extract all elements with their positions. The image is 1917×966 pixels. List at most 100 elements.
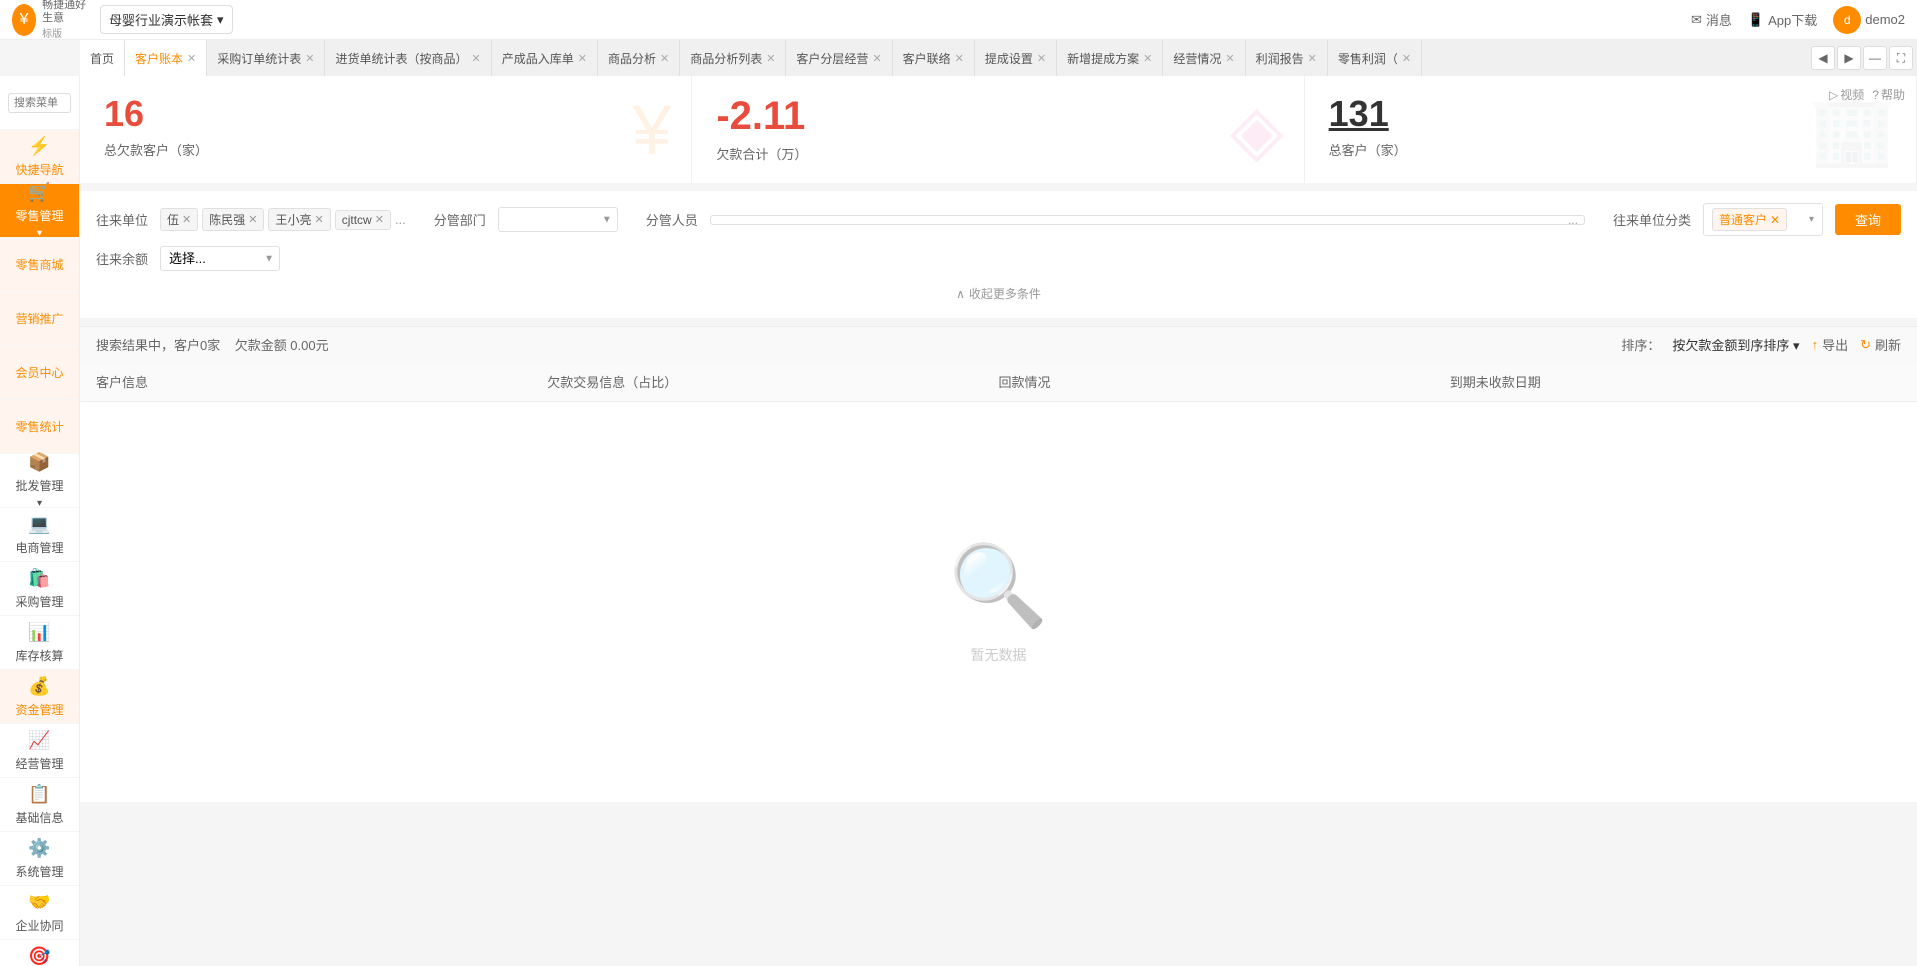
result-info: 搜索结果中，客户0家 欠款金额 0.00元 — [96, 335, 329, 354]
unit-tag-wu-text: 伍 — [167, 211, 179, 228]
sidebar-item-enterprise-collab[interactable]: 🤝 企业协同 — [0, 886, 79, 940]
sidebar-item-retail-stats[interactable]: 零售统计 — [0, 400, 79, 454]
workspace-select[interactable]: 母婴行业演示帐套 ▾ — [100, 5, 233, 34]
basic-icon: 📋 — [28, 784, 50, 805]
logo-sub: 标版 — [42, 25, 92, 40]
top-bar: ¥ 畅捷通好生意 标版 母婴行业演示帐套 ▾ ✉ 消息 📱 App下载 d de… — [0, 0, 1917, 40]
unit-tag-wu-remove[interactable]: ✕ — [182, 213, 191, 226]
tab-close-customer-tier[interactable]: ✕ — [872, 52, 881, 65]
tab-close-business-status[interactable]: ✕ — [1225, 52, 1234, 65]
tab-close-purchase-order[interactable]: ✕ — [305, 52, 314, 65]
tab-instock-stats[interactable]: 进货单统计表（按商品） ✕ — [325, 40, 491, 76]
tab-goods-analysis[interactable]: 商品分析 ✕ — [598, 40, 680, 76]
unit-tag-chen[interactable]: 陈民强 ✕ — [202, 208, 264, 231]
tab-close-goods-analysis-list[interactable]: ✕ — [766, 52, 775, 65]
export-action[interactable]: ↑ 导出 — [1812, 335, 1849, 354]
tab-close-retail-profit[interactable]: ✕ — [1402, 52, 1411, 65]
sort-chevron-icon: ▾ — [1793, 338, 1800, 353]
tab-close-new-promo[interactable]: ✕ — [1143, 52, 1152, 65]
video-action[interactable]: ▷ 视频 — [1829, 86, 1864, 103]
query-button[interactable]: 查询 — [1835, 204, 1901, 235]
sidebar-item-finance[interactable]: 💰 资金管理 — [0, 670, 79, 724]
unit-tag-wu[interactable]: 伍 ✕ — [160, 208, 198, 231]
filter-row-1: 往来单位 伍 ✕ 陈民强 ✕ 王小亮 ✕ cjttcw — [96, 203, 1901, 236]
search-input[interactable] — [8, 93, 71, 113]
tab-next-btn[interactable]: ▶ — [1837, 46, 1861, 70]
tab-customer-tier[interactable]: 客户分层经营 ✕ — [786, 40, 892, 76]
stat-card-total-debt: ◈ -2.11 欠款合计（万） — [692, 76, 1304, 183]
user-action[interactable]: d demo2 — [1833, 6, 1905, 34]
unit-tag-wang[interactable]: 王小亮 ✕ — [268, 208, 330, 231]
tab-close-promo-settings[interactable]: ✕ — [1037, 52, 1046, 65]
tab-customer-contact[interactable]: 客户联络 ✕ — [893, 40, 975, 76]
unit-tag-chen-remove[interactable]: ✕ — [248, 213, 257, 226]
tab-profit-report[interactable]: 利润报告 ✕ — [1246, 40, 1328, 76]
product-instock-tab-label: 产成品入库单 — [502, 50, 574, 67]
unit-more-dots[interactable]: ... — [395, 212, 406, 227]
avatar: d — [1833, 6, 1861, 34]
sort-value[interactable]: 按欠款金额到序排序 ▾ — [1672, 335, 1799, 354]
collapse-button[interactable]: ∧ 收起更多条件 — [956, 285, 1041, 302]
message-action[interactable]: ✉ 消息 — [1691, 10, 1732, 29]
unit-label: 往来单位 — [96, 210, 148, 229]
table-header: 客户信息 欠款交易信息（占比） 回款情况 到期未收款日期 — [80, 362, 1917, 402]
sidebar-item-purchase[interactable]: 🛍️ 采购管理 — [0, 562, 79, 616]
collapse-up-icon: ∧ — [956, 287, 965, 301]
tab-product-instock[interactable]: 产成品入库单 ✕ — [492, 40, 598, 76]
tab-close-profit-report[interactable]: ✕ — [1308, 52, 1317, 65]
sidebar-item-basic[interactable]: 📋 基础信息 — [0, 778, 79, 832]
tab-close-product-instock[interactable]: ✕ — [578, 52, 587, 65]
tab-retail-profit[interactable]: 零售利润（ ✕ — [1328, 40, 1422, 76]
tab-business-status[interactable]: 经营情况 ✕ — [1163, 40, 1245, 76]
filter-row-2: 往来余额 选择... — [96, 246, 1901, 271]
sidebar-item-label-system: 系统管理 — [15, 863, 63, 880]
workspace-chevron: ▾ — [217, 12, 224, 28]
tab-minimize-btn[interactable]: — — [1863, 46, 1887, 70]
sidebar-item-retail[interactable]: 🛒 零售管理 ▾ — [0, 184, 79, 238]
sidebar-item-ecommerce[interactable]: 💻 电商管理 — [0, 508, 79, 562]
unit-category-chevron: ▾ — [1809, 214, 1814, 225]
person-input[interactable]: ... — [710, 215, 1585, 225]
tab-close-customer-contact[interactable]: ✕ — [955, 52, 964, 65]
tab-expand-btn[interactable]: ⛶ — [1889, 46, 1913, 70]
tab-promo-settings[interactable]: 提成设置 ✕ — [975, 40, 1057, 76]
sidebar-item-inventory[interactable]: 📊 库存核算 — [0, 616, 79, 670]
unit-tag-cjttcw[interactable]: cjttcw ✕ — [335, 210, 391, 230]
unit-tag-wang-remove[interactable]: ✕ — [315, 213, 324, 226]
sidebar-item-marketing[interactable]: 营销推广 — [0, 292, 79, 346]
unit-category-select[interactable]: 普通客户 ✕ ▾ — [1703, 203, 1823, 236]
unit-category-tag-remove[interactable]: ✕ — [1770, 213, 1780, 227]
refresh-action[interactable]: ↻ 刷新 — [1860, 335, 1901, 354]
tab-goods-analysis-list[interactable]: 商品分析列表 ✕ — [680, 40, 786, 76]
amount-select-wrap[interactable]: 选择... — [160, 246, 280, 271]
sidebar-item-system[interactable]: ⚙️ 系统管理 — [0, 832, 79, 886]
search-result-text: 搜索结果中，客户0家 — [96, 338, 220, 353]
dept-select[interactable] — [498, 207, 618, 232]
sidebar-item-member[interactable]: 会员中心 — [0, 346, 79, 400]
sidebar-item-retail-mall[interactable]: 零售商城 — [0, 238, 79, 292]
unit-tag-cjttcw-remove[interactable]: ✕ — [375, 213, 384, 226]
app-download-action[interactable]: 📱 App下载 — [1748, 10, 1817, 29]
tab-prev-btn[interactable]: ◀ — [1811, 46, 1835, 70]
sidebar-item-operation[interactable]: 📈 经营管理 — [0, 724, 79, 778]
sidebar-item-label-retail-mall: 零售商城 — [15, 256, 63, 273]
help-action[interactable]: ? 帮助 — [1872, 86, 1905, 103]
tab-close-goods-analysis[interactable]: ✕ — [660, 52, 669, 65]
table-col-repayment: 回款情况 — [999, 372, 1450, 391]
amount-select[interactable]: 选择... — [160, 246, 280, 271]
stat-value-total-customers: 131 — [1329, 96, 1892, 132]
sidebar-item-quick-nav[interactable]: ⚡ 快捷导航 — [0, 130, 79, 184]
sidebar-search[interactable] — [0, 76, 79, 130]
dept-select-wrap[interactable] — [498, 207, 618, 232]
tab-new-promo[interactable]: 新增提成方案 ✕ — [1057, 40, 1163, 76]
sidebar-item-wholesale[interactable]: 📦 批发管理 ▾ — [0, 454, 79, 508]
unit-tag-wang-text: 王小亮 — [275, 211, 311, 228]
newbie-icon: 🎯 — [28, 946, 50, 966]
sidebar-item-newbie[interactable]: 🎯 新手引导 — [0, 940, 79, 966]
tab-close-instock-stats[interactable]: ✕ — [472, 52, 481, 65]
sort-label: 排序： — [1621, 335, 1660, 354]
tab-home[interactable]: 首页 — [80, 40, 125, 76]
tab-purchase-order[interactable]: 采购订单统计表 ✕ — [207, 40, 325, 76]
tab-customers[interactable]: 客户账本 ✕ — [125, 40, 207, 76]
tab-close-customers[interactable]: ✕ — [187, 52, 196, 65]
